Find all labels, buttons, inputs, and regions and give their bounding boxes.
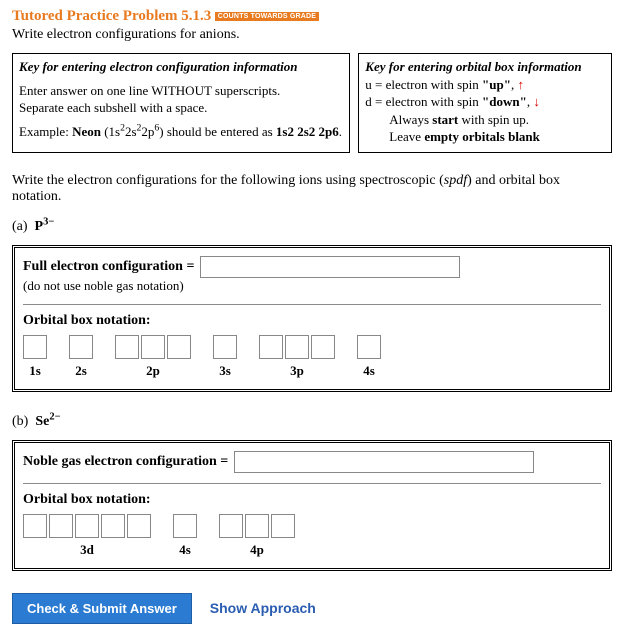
orbital-group-4s: 4s (173, 514, 197, 558)
orbital-group-2s: 2s (69, 335, 93, 379)
problem-subtitle: Write electron configurations for anions… (12, 27, 612, 43)
orbital-group-3p: 3p (259, 335, 335, 379)
key-config-line2: Separate each subshell with a space. (19, 99, 343, 117)
noble-gas-config-label: Noble gas electron configuration = (23, 454, 228, 470)
part-b-box: Noble gas electron configuration = Orbit… (12, 440, 612, 571)
orbital-label: 2s (75, 363, 87, 379)
orbital-box-input[interactable] (101, 514, 125, 538)
show-approach-button[interactable]: Show Approach (210, 600, 316, 616)
orbital-box-input[interactable] (23, 514, 47, 538)
orbital-box-input[interactable] (49, 514, 73, 538)
orbital-box-input[interactable] (245, 514, 269, 538)
key-orbital-u: u = electron with spin "up", ↑ (365, 76, 605, 94)
full-config-input[interactable] (200, 256, 460, 278)
orbital-box-input[interactable] (23, 335, 47, 359)
button-row: Check & Submit Answer Show Approach (12, 593, 612, 624)
instruction-text: Write the electron configurations for th… (12, 173, 612, 205)
orbital-box-input[interactable] (173, 514, 197, 538)
arrow-up-icon: ↑ (517, 77, 524, 92)
orbital-group-3s: 3s (213, 335, 237, 379)
part-b-label: (b) Se2− (12, 414, 612, 430)
orbital-group-1s: 1s (23, 335, 47, 379)
problem-title: Tutored Practice Problem 5.1.3 (12, 8, 211, 24)
orbital-label: 1s (29, 363, 41, 379)
orbital-label: 4s (363, 363, 375, 379)
orbital-box-input[interactable] (141, 335, 165, 359)
orbital-label: 3p (290, 363, 304, 379)
orbital-box-input[interactable] (75, 514, 99, 538)
orbital-box-input[interactable] (271, 514, 295, 538)
problem-header: Tutored Practice Problem 5.1.3 COUNTS TO… (12, 8, 612, 25)
full-config-note: (do not use noble gas notation) (23, 278, 184, 294)
key-config-line1: Enter answer on one line WITHOUT supersc… (19, 82, 343, 100)
orbital-group-4p: 4p (219, 514, 295, 558)
orbital-group-4s: 4s (357, 335, 381, 379)
arrow-down-icon: ↓ (533, 94, 540, 109)
orbital-label: 2p (146, 363, 160, 379)
orbital-label: 4s (179, 542, 191, 558)
orbital-box-input[interactable] (69, 335, 93, 359)
part-a-box: Full electron configuration = (do not us… (12, 245, 612, 392)
orbital-box-input[interactable] (259, 335, 283, 359)
orbital-box-input[interactable] (357, 335, 381, 359)
orbital-box-input[interactable] (213, 335, 237, 359)
part-a-label: (a) P3− (12, 219, 612, 235)
orbital-box-input[interactable] (285, 335, 309, 359)
noble-gas-config-input[interactable] (234, 451, 534, 473)
orbital-box-input[interactable] (219, 514, 243, 538)
orbital-box-input[interactable] (115, 335, 139, 359)
check-submit-button[interactable]: Check & Submit Answer (12, 593, 192, 624)
orbital-box-input[interactable] (127, 514, 151, 538)
orbital-group-3d: 3d (23, 514, 151, 558)
key-orbital-box: Key for entering orbital box information… (358, 53, 612, 153)
part-a-fec-row: Full electron configuration = (do not us… (23, 256, 601, 294)
orbital-notation-label-b: Orbital box notation: (23, 492, 601, 508)
orbital-row-a: 1s 2s 2p 3s 3p 4s (23, 335, 601, 379)
key-orbital-blank: Leave empty orbitals blank (365, 128, 605, 146)
orbital-box-input[interactable] (311, 335, 335, 359)
key-row: Key for entering electron configuration … (12, 53, 612, 153)
grade-badge: COUNTS TOWARDS GRADE (215, 12, 319, 21)
orbital-row-b: 3d 4s 4p (23, 514, 601, 558)
key-orbital-title: Key for entering orbital box information (365, 58, 605, 76)
key-config-title: Key for entering electron configuration … (19, 58, 343, 76)
full-config-label: Full electron configuration = (23, 259, 194, 275)
orbital-label: 3d (80, 542, 94, 558)
orbital-label: 4p (250, 542, 264, 558)
key-orbital-d: d = electron with spin "down", ↓ (365, 93, 605, 111)
key-config-box: Key for entering electron configuration … (12, 53, 350, 153)
divider (23, 483, 601, 484)
divider (23, 304, 601, 305)
key-config-example: Example: Neon (1s22s22p6) should be ente… (19, 123, 343, 141)
part-b-ngec-row: Noble gas electron configuration = (23, 451, 601, 473)
orbital-notation-label-a: Orbital box notation: (23, 313, 601, 329)
orbital-label: 3s (219, 363, 231, 379)
orbital-group-2p: 2p (115, 335, 191, 379)
key-orbital-start: Always start with spin up. (365, 111, 605, 129)
orbital-box-input[interactable] (167, 335, 191, 359)
